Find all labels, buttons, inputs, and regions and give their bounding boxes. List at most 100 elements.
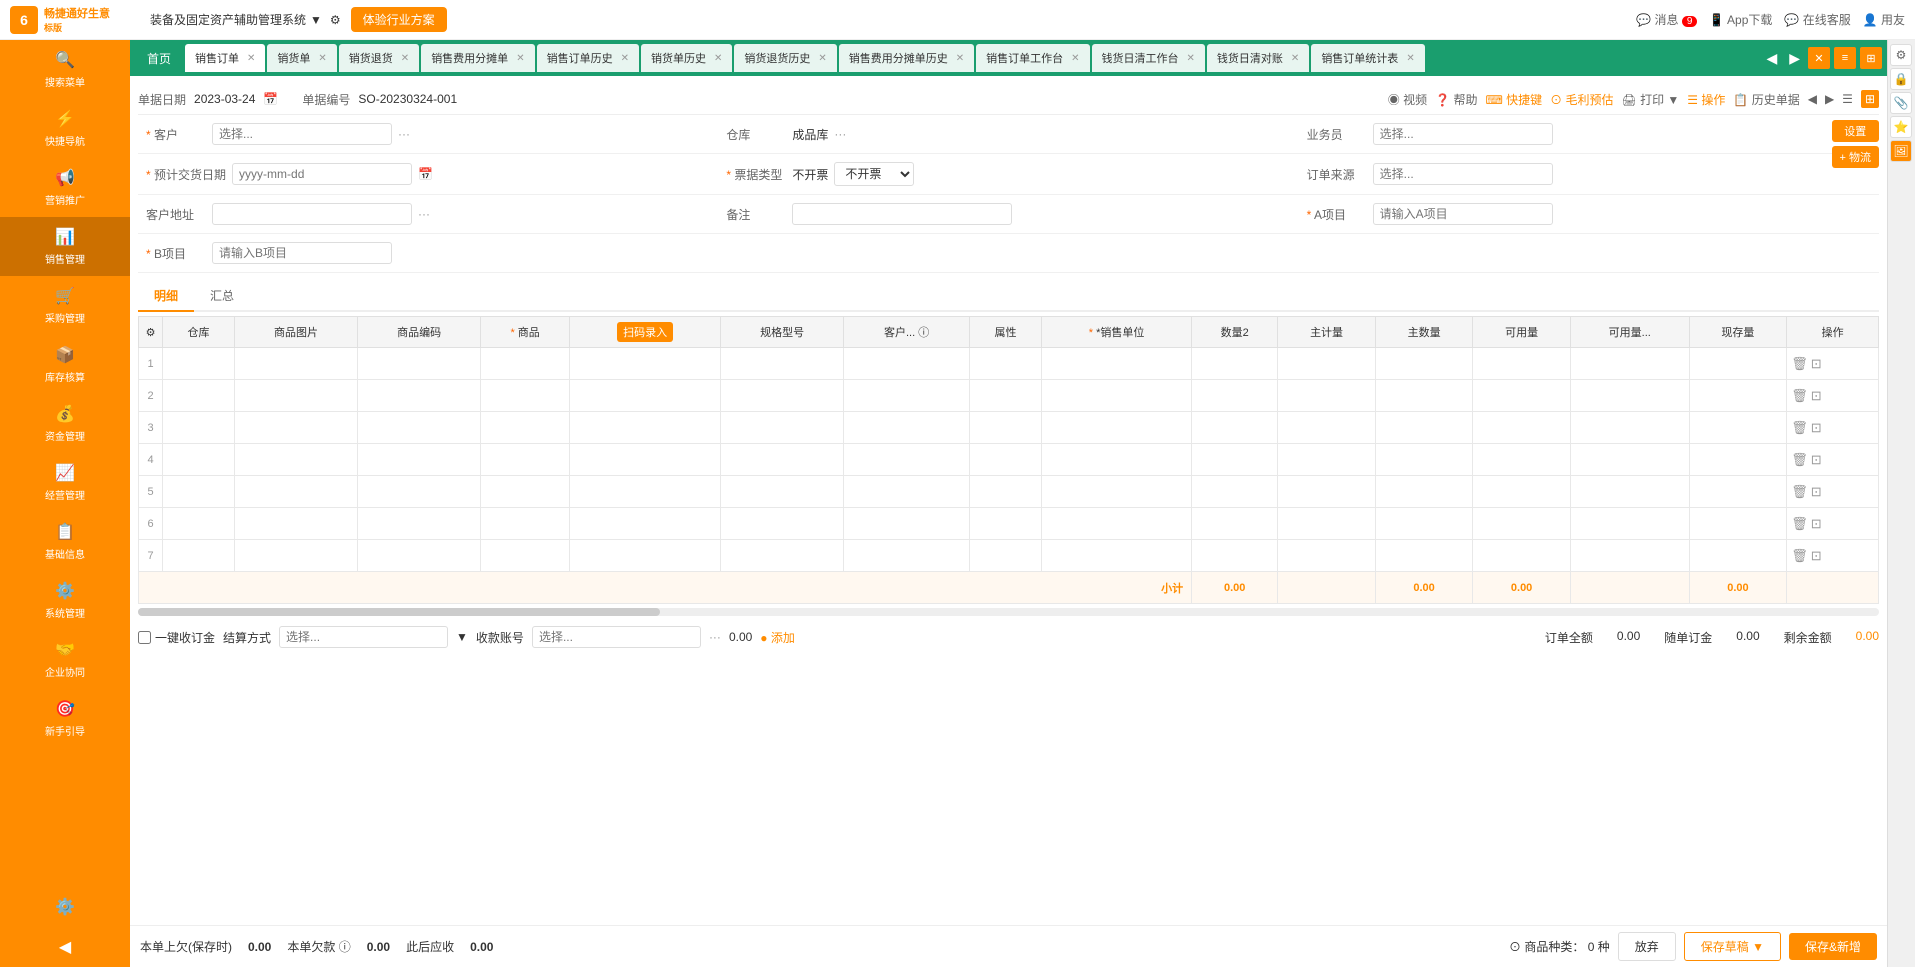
address-dots[interactable]: ···	[418, 207, 430, 221]
account-dots[interactable]: ···	[709, 630, 721, 644]
row-stock[interactable]	[1689, 348, 1787, 380]
tab-9[interactable]: 钱货日清工作台✕	[1092, 44, 1205, 72]
add-btn[interactable]: ● 添加	[760, 629, 795, 646]
scroll-thumb[interactable]	[138, 608, 660, 616]
row-code[interactable]	[358, 476, 481, 508]
row-main-qty[interactable]	[1375, 412, 1473, 444]
shortcut-btn[interactable]: ⌨ 快捷键	[1485, 91, 1542, 108]
row-main-unit[interactable]	[1278, 380, 1376, 412]
row-copy-btn[interactable]: ⊡	[1811, 420, 1822, 436]
row-main-qty[interactable]	[1375, 476, 1473, 508]
row-stock[interactable]	[1689, 476, 1787, 508]
row-delete-btn[interactable]: 🗑	[1791, 356, 1808, 372]
operation-btn[interactable]: ☰ 操作	[1687, 91, 1725, 108]
row-code[interactable]	[358, 508, 481, 540]
row-delete-btn[interactable]: 🗑	[1791, 516, 1808, 532]
row-available[interactable]	[1473, 540, 1571, 572]
row-available2[interactable]	[1570, 540, 1689, 572]
row-unit[interactable]	[1042, 348, 1192, 380]
row-attribute[interactable]	[970, 444, 1042, 476]
row-available2[interactable]	[1570, 412, 1689, 444]
row-stock[interactable]	[1689, 380, 1787, 412]
row-available[interactable]	[1473, 348, 1571, 380]
row-main-unit[interactable]	[1278, 348, 1376, 380]
row-unit[interactable]	[1042, 476, 1192, 508]
industry-btn[interactable]: 体验行业方案	[351, 7, 447, 32]
row-goods[interactable]	[481, 508, 570, 540]
save-new-btn[interactable]: 保存&新增	[1789, 933, 1877, 960]
row-available2[interactable]	[1570, 348, 1689, 380]
row-image[interactable]	[234, 540, 357, 572]
row-image[interactable]	[234, 412, 357, 444]
sidebar-item-1[interactable]: ⚡快捷导航	[0, 99, 130, 158]
discard-btn[interactable]: 放弃	[1618, 932, 1676, 961]
row-code[interactable]	[358, 540, 481, 572]
col-settings[interactable]: ⚙	[139, 317, 163, 348]
view-mode-list[interactable]: ☰	[1842, 92, 1853, 106]
row-customer-code[interactable]	[844, 540, 970, 572]
row-stock[interactable]	[1689, 412, 1787, 444]
help-btn[interactable]: ❓ 帮助	[1435, 91, 1477, 108]
row-spec[interactable]	[721, 476, 844, 508]
tab-1[interactable]: 销货单✕	[267, 44, 336, 72]
row-attribute[interactable]	[970, 412, 1042, 444]
tab-6[interactable]: 销货退货历史✕	[734, 44, 836, 72]
row-spec[interactable]	[721, 508, 844, 540]
row-main-unit[interactable]	[1278, 476, 1376, 508]
row-warehouse[interactable]	[163, 348, 235, 380]
app-download-btn[interactable]: 📱 App下载	[1709, 11, 1772, 28]
tab-2[interactable]: 销货退货✕	[339, 44, 419, 72]
calendar-icon2[interactable]: 📅	[418, 167, 433, 181]
row-customer-code[interactable]	[844, 476, 970, 508]
one-click-label[interactable]: 一键收订金	[138, 629, 215, 646]
row-available[interactable]	[1473, 412, 1571, 444]
row-attribute[interactable]	[970, 348, 1042, 380]
row-spec[interactable]	[721, 380, 844, 412]
account-input[interactable]	[532, 626, 701, 648]
right-btn-1[interactable]: ⚙	[1890, 44, 1912, 66]
print-btn[interactable]: 🖨 打印 ▼	[1621, 91, 1679, 108]
row-spec[interactable]	[721, 412, 844, 444]
tab-3[interactable]: 销售费用分摊单✕	[421, 44, 534, 72]
detail-tab-mingxi[interactable]: 明细	[138, 281, 194, 312]
sidebar-settings[interactable]: ⚙️	[0, 887, 130, 927]
logistics-btn[interactable]: + 物流	[1832, 146, 1879, 168]
row-main-qty[interactable]	[1375, 444, 1473, 476]
horizontal-scrollbar[interactable]	[138, 608, 1879, 616]
row-code[interactable]	[358, 412, 481, 444]
address-input[interactable]	[212, 203, 412, 225]
sidebar-item-10[interactable]: 🤝企业协同	[0, 630, 130, 689]
tab-4[interactable]: 销售订单历史✕	[537, 44, 639, 72]
settings-btn[interactable]: 设置	[1832, 120, 1879, 142]
row-delete-btn[interactable]: 🗑	[1791, 420, 1808, 436]
customer-dots[interactable]: ···	[398, 127, 410, 141]
a-project-input[interactable]	[1373, 203, 1553, 225]
row-unit[interactable]	[1042, 508, 1192, 540]
row-delete-btn[interactable]: 🗑	[1791, 452, 1808, 468]
row-delete-btn[interactable]: 🗑	[1791, 548, 1808, 564]
row-scan[interactable]	[570, 380, 721, 412]
row-available2[interactable]	[1570, 476, 1689, 508]
history-btn[interactable]: 📋 历史单据	[1733, 91, 1799, 108]
row-warehouse[interactable]	[163, 508, 235, 540]
warehouse-dots[interactable]: ···	[834, 127, 846, 141]
system-selector[interactable]: 装备及固定资产辅助管理系统 ▼ ⚙	[140, 11, 351, 28]
row-image[interactable]	[234, 508, 357, 540]
row-main-unit[interactable]	[1278, 508, 1376, 540]
row-main-unit[interactable]	[1278, 412, 1376, 444]
delivery-date-input[interactable]	[232, 163, 412, 185]
row-unit[interactable]	[1042, 540, 1192, 572]
row-goods[interactable]	[481, 476, 570, 508]
row-delete-btn[interactable]: 🗑	[1791, 484, 1808, 500]
row-scan[interactable]	[570, 412, 721, 444]
row-stock[interactable]	[1689, 508, 1787, 540]
row-main-unit[interactable]	[1278, 444, 1376, 476]
row-qty2[interactable]	[1192, 444, 1278, 476]
profit-btn[interactable]: ⊙ 毛利预估	[1550, 91, 1613, 108]
sidebar-item-6[interactable]: 💰资金管理	[0, 394, 130, 453]
save-draft-btn[interactable]: 保存草稿 ▼	[1684, 932, 1781, 961]
row-copy-btn[interactable]: ⊡	[1811, 452, 1822, 468]
row-goods[interactable]	[481, 412, 570, 444]
row-warehouse[interactable]	[163, 444, 235, 476]
messages-btn[interactable]: 💬 消息 9	[1636, 11, 1697, 28]
